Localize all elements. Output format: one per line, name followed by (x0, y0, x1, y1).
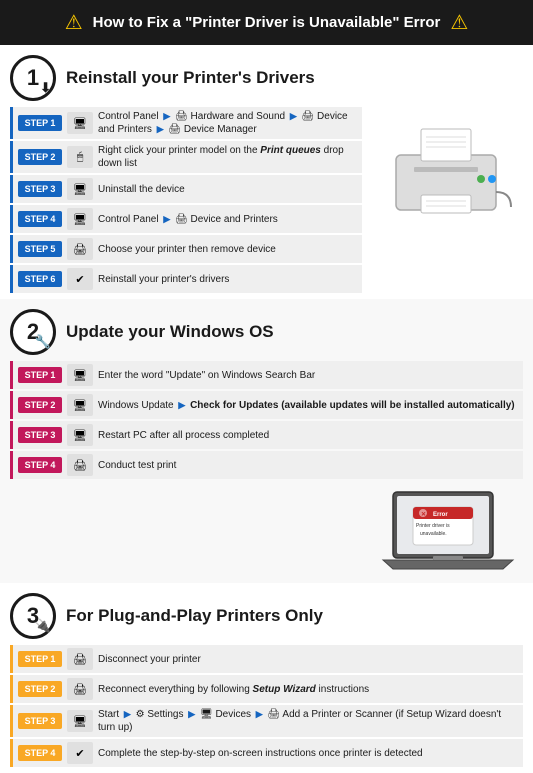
section-2-heading: 2 🔧 Update your Windows OS (10, 309, 523, 355)
step-badge: STEP 2 (18, 681, 62, 697)
section-3-number: 3 🔌 (10, 593, 56, 639)
list-item: STEP 3 🖥 Start ▶ ⚙ Settings ▶ 🖥 Devices … (10, 705, 523, 737)
step-badge: STEP 2 (18, 149, 62, 165)
printer-illustration (368, 107, 523, 293)
section-3: 3 🔌 For Plug-and-Play Printers Only STEP… (0, 583, 533, 773)
step-badge: STEP 4 (18, 457, 62, 473)
list-item: STEP 2 🖱 Right click your printer model … (10, 141, 362, 173)
step-text: Right click your printer model on the Pr… (98, 144, 357, 170)
step-badge: STEP 1 (18, 367, 62, 383)
steps-list-1: STEP 1 🖥 Control Panel ▶ 🖨 Hardware and … (10, 107, 362, 293)
step-icon: 🖥 (67, 424, 93, 446)
list-item: STEP 3 🖥 Restart PC after all process co… (10, 421, 523, 449)
section-1-steps: STEP 1 🖥 Control Panel ▶ 🖨 Hardware and … (10, 107, 362, 293)
section-3-heading: 3 🔌 For Plug-and-Play Printers Only (10, 593, 523, 639)
section-3-title: For Plug-and-Play Printers Only (66, 606, 323, 626)
svg-text:Error: Error (433, 512, 448, 518)
list-item: STEP 3 🖥 Uninstall the device (10, 175, 362, 203)
step-text: Restart PC after all process completed (98, 429, 518, 442)
list-item: STEP 5 🖨 Choose your printer then remove… (10, 235, 362, 263)
section-2: 2 🔧 Update your Windows OS STEP 1 🖥 Ente… (0, 299, 533, 583)
list-item: STEP 4 🖨 Conduct test print (10, 451, 523, 479)
step-text: Complete the step-by-step on-screen inst… (98, 747, 518, 760)
step-text: Uninstall the device (98, 183, 357, 196)
step-text: Enter the word "Update" on Windows Searc… (98, 369, 518, 382)
header-title: How to Fix a "Printer Driver is Unavaila… (93, 14, 441, 32)
step-icon: ✔ (67, 268, 93, 290)
section-2-number: 2 🔧 (10, 309, 56, 355)
list-item: STEP 1 🖥 Control Panel ▶ 🖨 Hardware and … (10, 107, 362, 139)
step-text: Choose your printer then remove device (98, 243, 357, 256)
step-text: Disconnect your printer (98, 653, 518, 666)
step-icon: 🖥 (67, 178, 93, 200)
step-text: Reinstall your printer's drivers (98, 273, 357, 286)
step-icon: 🖨 (67, 238, 93, 260)
svg-text:unavailable.: unavailable. (420, 531, 447, 537)
step-text: Conduct test print (98, 459, 518, 472)
step-badge: STEP 1 (18, 651, 62, 667)
list-item: STEP 1 🖨 Disconnect your printer (10, 645, 523, 673)
section-1-number: 1 ⬇ (10, 55, 56, 101)
list-item: STEP 2 🖥 Windows Update ▶ Check for Upda… (10, 391, 523, 419)
step-badge: STEP 2 (18, 397, 62, 413)
step-text: Windows Update ▶ Check for Updates (avai… (98, 399, 518, 412)
section-1-heading: 1 ⬇ Reinstall your Printer's Drivers (10, 55, 523, 101)
step-badge: STEP 1 (18, 115, 62, 131)
section-2-title: Update your Windows OS (66, 322, 274, 342)
list-item: STEP 1 🖥 Enter the word "Update" on Wind… (10, 361, 523, 389)
header: ⚠ How to Fix a "Printer Driver is Unavai… (0, 0, 533, 45)
list-item: STEP 4 ✔ Complete the step-by-step on-sc… (10, 739, 523, 767)
step-badge: STEP 4 (18, 745, 62, 761)
warning-icon-right: ⚠ (450, 10, 468, 35)
step-text: Reconnect everything by following Setup … (98, 683, 518, 696)
step-icon: 🖥 (67, 112, 93, 134)
step-icon: 🖨 (67, 648, 93, 670)
printer-svg (376, 117, 516, 227)
step-text: Control Panel ▶ 🖨 Device and Printers (98, 213, 357, 226)
list-item: STEP 2 🖨 Reconnect everything by followi… (10, 675, 523, 703)
svg-text:Printer driver is: Printer driver is (416, 523, 450, 529)
section-1: 1 ⬇ Reinstall your Printer's Drivers STE… (0, 45, 533, 299)
section-2-number-icon: 🔧 (35, 334, 51, 350)
step-text: Control Panel ▶ 🖨 Hardware and Sound ▶ 🖨… (98, 110, 357, 136)
section-3-number-icon: 🔌 (35, 618, 51, 634)
step-icon: ✔ (67, 742, 93, 764)
steps-list-2: STEP 1 🖥 Enter the word "Update" on Wind… (10, 361, 523, 479)
step-icon: 🖱 (67, 146, 93, 168)
step-icon: 🖥 (67, 208, 93, 230)
list-item: STEP 4 🖥 Control Panel ▶ 🖨 Device and Pr… (10, 205, 362, 233)
step-text: Start ▶ ⚙ Settings ▶ 🖥 Devices ▶ 🖨 Add a… (98, 708, 518, 734)
step-icon: 🖨 (67, 454, 93, 476)
step-icon: 🖥 (67, 364, 93, 386)
step-icon: 🖥 (67, 710, 93, 732)
section-1-title: Reinstall your Printer's Drivers (66, 68, 315, 88)
step-badge: STEP 3 (18, 427, 62, 443)
list-item: STEP 6 ✔ Reinstall your printer's driver… (10, 265, 362, 293)
step-icon: 🖥 (67, 394, 93, 416)
svg-text:✕: ✕ (421, 511, 426, 518)
steps-list-3: STEP 1 🖨 Disconnect your printer STEP 2 … (10, 645, 523, 767)
laptop-illustration: Error ✕ Printer driver is unavailable. (373, 483, 523, 577)
laptop-wrapper: Error ✕ Printer driver is unavailable. (10, 483, 523, 577)
warning-icon-left: ⚠ (65, 10, 83, 35)
step-badge: STEP 6 (18, 271, 62, 287)
step-badge: STEP 5 (18, 241, 62, 257)
step-badge: STEP 3 (18, 713, 62, 729)
step-icon: 🖨 (67, 678, 93, 700)
section-1-number-icon: ⬇ (40, 80, 51, 96)
laptop-svg: Error ✕ Printer driver is unavailable. (378, 487, 518, 577)
step-badge: STEP 4 (18, 211, 62, 227)
step-badge: STEP 3 (18, 181, 62, 197)
section-1-layout: STEP 1 🖥 Control Panel ▶ 🖨 Hardware and … (10, 107, 523, 293)
